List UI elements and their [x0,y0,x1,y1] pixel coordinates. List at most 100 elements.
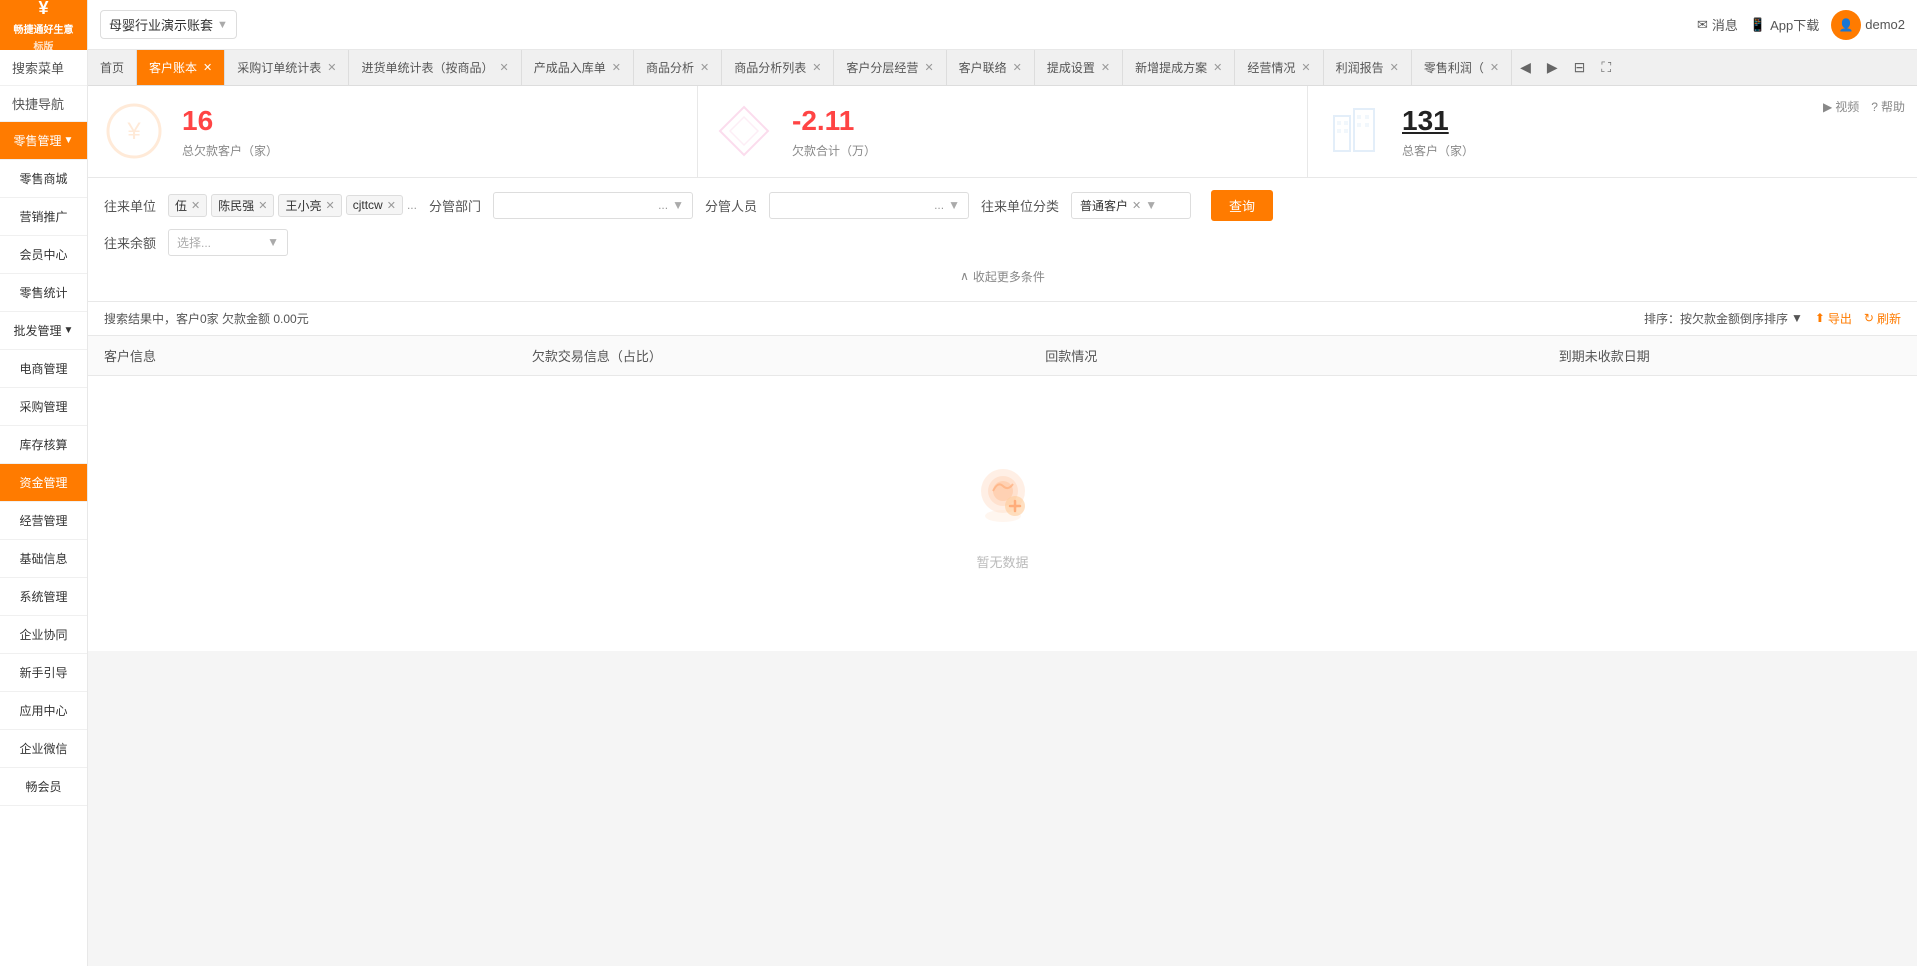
help-btn[interactable]: ? 帮助 [1871,98,1905,115]
sidebar-item-retail-mgmt[interactable]: 零售管理 ▼ [0,122,87,160]
play-icon: ▶ [1823,100,1832,114]
sidebar-item-retail-shop[interactable]: 零售商城 [0,160,87,198]
tab-close-icon7[interactable]: ✕ [924,61,933,74]
account-selector-label: 母婴行业演示账套 [109,15,213,34]
filter-row-2: 往来余额 选择... ▼ [104,229,1901,256]
tab-product-analysis-label: 商品分析 [646,59,694,76]
tab-customer-book[interactable]: 客户账本 ✕ [137,50,225,85]
tab-next-btn[interactable]: ▶ [1539,50,1566,85]
tab-close-icon10[interactable]: ✕ [1213,61,1222,74]
sidebar-item-marketing[interactable]: 营销推广 [0,198,87,236]
sidebar-item-system[interactable]: 系统管理 [0,578,87,616]
sidebar-item-inventory-label: 库存核算 [19,438,67,452]
search-menu[interactable]: 搜索菜单 [0,50,87,86]
phone-icon: 📱 [1750,17,1766,33]
sidebar-item-enterprise[interactable]: 企业协同 [0,616,87,654]
tab-close-icon5[interactable]: ✕ [700,61,709,74]
tab-home[interactable]: 首页 [88,50,137,85]
message-btn[interactable]: ✉ 消息 [1697,15,1738,34]
unit-tag-1[interactable]: 陈民强 ✕ [211,194,274,217]
query-button[interactable]: 查询 [1211,190,1273,221]
tab-operations-status[interactable]: 经营情况 ✕ [1235,50,1323,85]
unit-tags-more[interactable]: ... [407,198,417,212]
unit-tag-0[interactable]: 伍 ✕ [168,194,207,217]
unit-tag-2-close[interactable]: ✕ [326,199,335,212]
dept-more[interactable]: ... [658,198,668,212]
sidebar-item-purchase[interactable]: 采购管理 [0,388,87,426]
unit-tag-3[interactable]: cjttcw ✕ [346,195,403,215]
card2-label: 欠款合计（万） [792,142,876,159]
unit-tag-0-close[interactable]: ✕ [191,199,200,212]
avatar: 👤 [1831,10,1861,40]
tab-production-input-label: 产成品入库单 [534,59,606,76]
tab-close-icon11[interactable]: ✕ [1301,61,1310,74]
person-more[interactable]: ... [934,198,944,212]
tab-close-icon13[interactable]: ✕ [1490,61,1499,74]
sidebar-item-newbie[interactable]: 新手引导 [0,654,87,692]
unit-tag-0-label: 伍 [175,197,187,214]
account-selector[interactable]: 母婴行业演示账套 ▼ [100,10,237,39]
sidebar-item-vip[interactable]: 畅会员 [0,768,87,806]
refresh-button[interactable]: ↻ 刷新 [1864,310,1901,327]
balance-select[interactable]: 选择... ▼ [168,229,288,256]
tab-menu-btn[interactable]: ⊟ [1566,50,1594,85]
tab-close-icon2[interactable]: ✕ [327,61,336,74]
export-button[interactable]: ⬆ 导出 [1815,310,1852,327]
unit-type-tag-close[interactable]: ✕ [1132,199,1141,212]
logo-icon: ¥ [38,0,48,19]
tab-product-analysis[interactable]: 商品分析 ✕ [634,50,722,85]
sidebar-item-basic-info[interactable]: 基础信息 [0,540,87,578]
tab-close-icon12[interactable]: ✕ [1390,61,1399,74]
tab-close-icon[interactable]: ✕ [203,61,212,74]
tab-profit-report[interactable]: 利润报告 ✕ [1324,50,1412,85]
dept-label: 分管部门 [429,196,481,215]
tab-close-icon4[interactable]: ✕ [612,61,621,74]
tab-close-icon9[interactable]: ✕ [1101,61,1110,74]
sidebar-item-ecommerce[interactable]: 电商管理 [0,350,87,388]
sidebar-item-wholesale[interactable]: 批发管理 ▼ [0,312,87,350]
tab-close-icon6[interactable]: ✕ [812,61,821,74]
unit-tag-2[interactable]: 王小亮 ✕ [278,194,341,217]
sidebar-item-enterprise-wx[interactable]: 企业微信 [0,730,87,768]
collapse-button[interactable]: ∧ 收起更多条件 [948,264,1057,289]
app-download-btn[interactable]: 📱 App下载 [1750,15,1819,34]
person-select[interactable]: ... ▼ [769,192,969,219]
unit-type-tag[interactable]: 普通客户 ✕ [1080,197,1141,214]
tab-raise-settings-label: 提成设置 [1047,59,1095,76]
card1-data: 16 总欠款客户（家） [182,104,278,159]
topbar-actions: ✉ 消息 📱 App下载 👤 demo2 [1697,10,1905,40]
unit-type-select[interactable]: 普通客户 ✕ ▼ [1071,192,1191,219]
sidebar-item-app-center-label: 应用中心 [19,704,67,718]
export-icon: ⬆ [1815,311,1825,325]
tab-close-icon8[interactable]: ✕ [1013,61,1022,74]
tab-add-raise[interactable]: 新增提成方案 ✕ [1123,50,1235,85]
tab-purchase-stats[interactable]: 进货单统计表（按商品） ✕ [349,50,521,85]
sidebar-item-operations[interactable]: 经营管理 [0,502,87,540]
tab-add-raise-label: 新增提成方案 [1135,59,1207,76]
results-actions: 排序：按欠款金额倒序排序 ▼ ⬆ 导出 ↻ 刷新 [1644,310,1901,327]
tab-retail-profit[interactable]: 零售利润（ ✕ [1412,50,1512,85]
unit-tag-3-close[interactable]: ✕ [387,199,396,212]
sidebar-item-wholesale-label: 批发管理 [14,322,62,339]
sidebar-item-member[interactable]: 会员中心 [0,236,87,274]
quick-nav[interactable]: 快捷导航 [0,86,87,122]
sidebar-item-app-center[interactable]: 应用中心 [0,692,87,730]
tab-raise-settings[interactable]: 提成设置 ✕ [1035,50,1123,85]
sidebar-item-inventory[interactable]: 库存核算 [0,426,87,464]
card1-value: 16 [182,104,278,138]
sidebar-item-finance[interactable]: 资金管理 [0,464,87,502]
tab-prev-btn[interactable]: ◀ [1512,50,1539,85]
video-btn[interactable]: ▶ 视频 [1823,98,1859,115]
tab-customer-contact[interactable]: 客户联络 ✕ [947,50,1035,85]
user-profile[interactable]: 👤 demo2 [1831,10,1905,40]
tab-production-input[interactable]: 产成品入库单 ✕ [522,50,634,85]
tab-fullscreen-btn[interactable]: ⛶ [1593,50,1619,85]
unit-tag-1-close[interactable]: ✕ [258,199,267,212]
sidebar-item-retail-stats[interactable]: 零售统计 [0,274,87,312]
dept-select[interactable]: ... ▼ [493,192,693,219]
sort-button[interactable]: 排序：按欠款金额倒序排序 ▼ [1644,310,1803,327]
tab-product-analysis-list[interactable]: 商品分析列表 ✕ [722,50,834,85]
tab-purchase-order[interactable]: 采购订单统计表 ✕ [225,50,349,85]
tab-close-icon3[interactable]: ✕ [500,61,509,74]
tab-customer-segment[interactable]: 客户分层经营 ✕ [834,50,946,85]
